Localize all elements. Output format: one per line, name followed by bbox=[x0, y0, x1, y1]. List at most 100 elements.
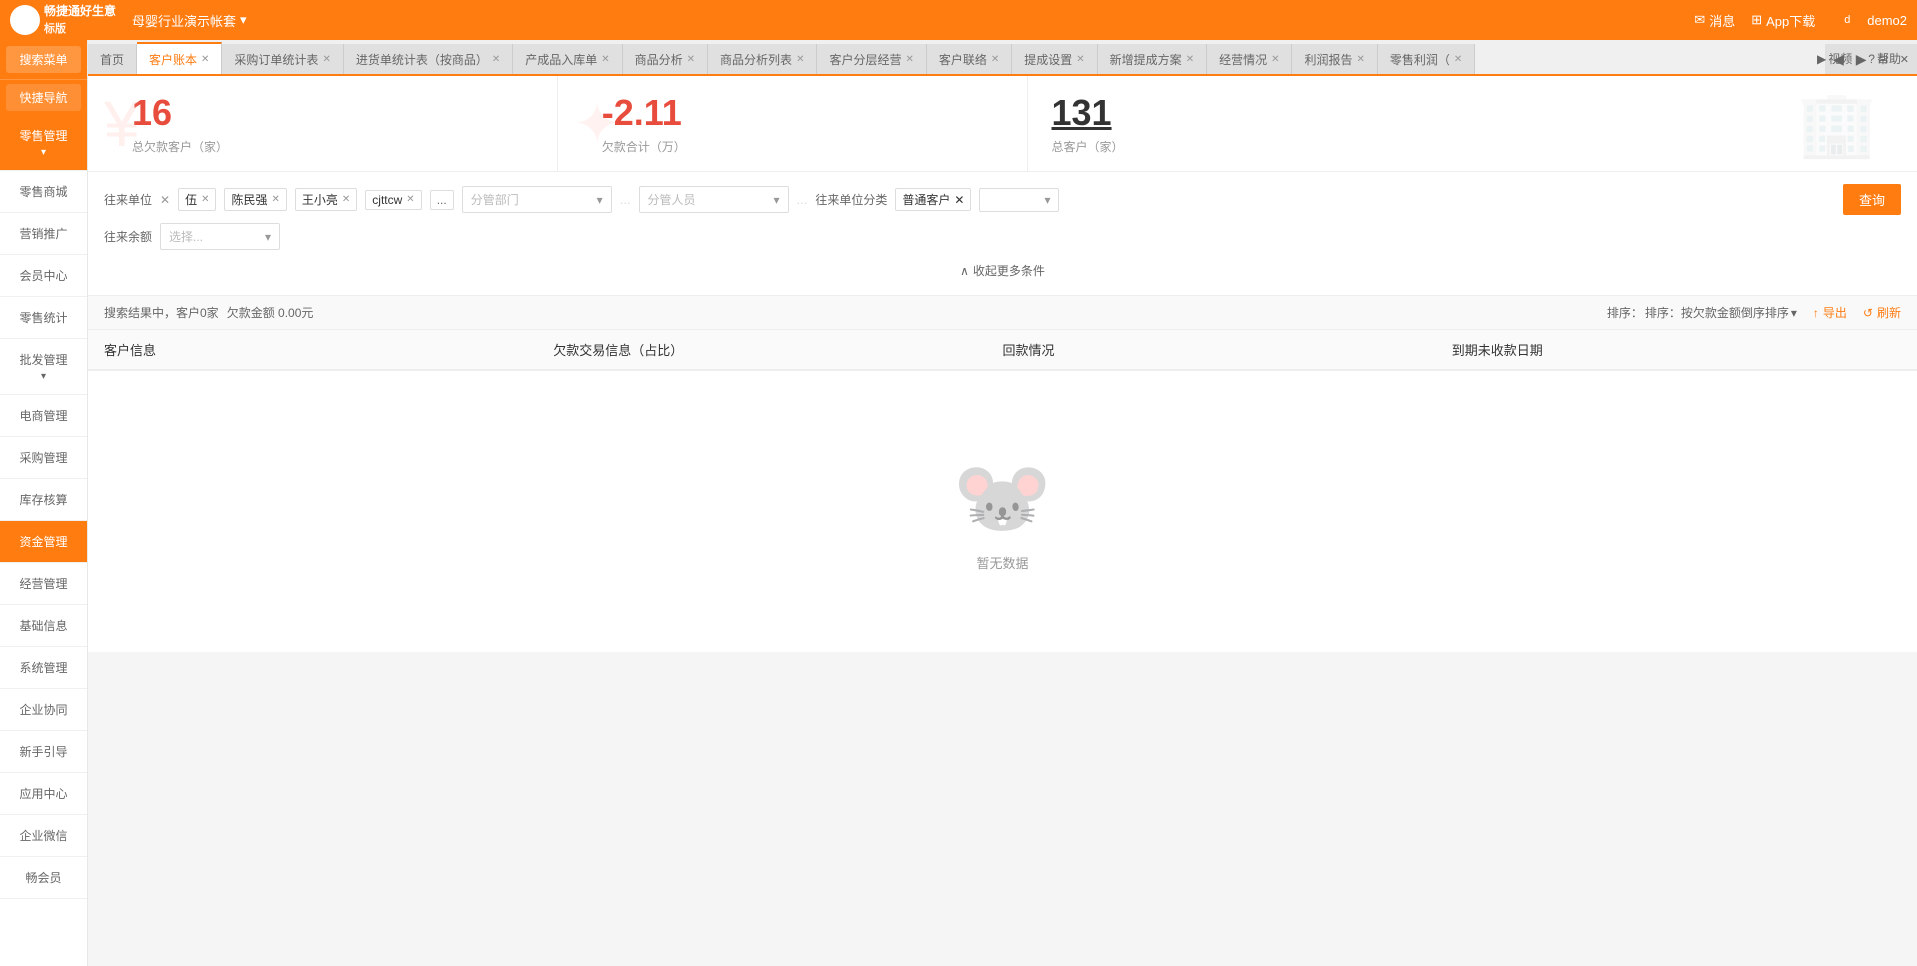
tab-close-icon[interactable]: ✕ bbox=[601, 54, 609, 65]
sidebar-item-marketing[interactable]: 营销推广 bbox=[0, 213, 87, 255]
empty-icon: 🐭 bbox=[953, 451, 1053, 545]
query-button[interactable]: 查询 bbox=[1843, 184, 1901, 215]
tab-close-icon[interactable]: ✕ bbox=[201, 54, 209, 65]
chevron-up-icon: ∧ bbox=[960, 264, 969, 278]
credit-customers-number: 16 bbox=[132, 92, 228, 134]
unit-category-tag[interactable]: 普通客户 ✕ bbox=[895, 188, 971, 211]
app-download-button[interactable]: ⊞ App下载 bbox=[1751, 11, 1815, 30]
filter-divider-2: ... bbox=[797, 192, 808, 207]
unit-tag-4-remove[interactable]: ✕ bbox=[406, 194, 414, 205]
tab-profit-report[interactable]: 利润报告 ✕ bbox=[1292, 44, 1377, 74]
tab-customer-balance[interactable]: 客户账本 ✕ bbox=[137, 42, 222, 74]
department-chevron-icon: ▾ bbox=[597, 193, 603, 207]
sidebar-item-enterprise[interactable]: 企业协同 bbox=[0, 689, 87, 731]
sidebar-item-retail-shop[interactable]: 零售商城 bbox=[0, 171, 87, 213]
sidebar-item-retail-stats[interactable]: 零售统计 bbox=[0, 297, 87, 339]
unit-tag-3-remove[interactable]: ✕ bbox=[342, 194, 350, 205]
sidebar-item-members[interactable]: 会员中心 bbox=[0, 255, 87, 297]
sidebar-item-ecommerce[interactable]: 电商管理 bbox=[0, 395, 87, 437]
result-bar: 搜索结果中，客户0家 欠款金额 0.00元 排序： 排序：按欠款金额倒序排序 ▾… bbox=[88, 296, 1917, 330]
tab-close-icon[interactable]: ✕ bbox=[492, 54, 500, 65]
account-dropdown[interactable]: 母婴行业演示帐套 ▾ bbox=[124, 11, 255, 30]
table-header-customer-info: 客户信息 bbox=[104, 340, 553, 359]
top-bar-right: ✉ 消息 ⊞ App下载 d demo2 bbox=[1694, 4, 1907, 36]
tab-customer-contact[interactable]: 客户联络 ✕ bbox=[927, 44, 1012, 74]
unit-category-remove[interactable]: ✕ bbox=[954, 193, 964, 207]
tab-retail-profit[interactable]: 零售利润（ ✕ bbox=[1378, 44, 1475, 74]
search-menu-button[interactable]: 搜索菜单 bbox=[6, 46, 81, 73]
unit-tag-1[interactable]: 伍 ✕ bbox=[178, 188, 216, 211]
collapse-button[interactable]: ∧ 收起更多条件 bbox=[104, 258, 1901, 283]
empty-text: 暂无数据 bbox=[976, 553, 1028, 572]
arrow-icon: ▾ bbox=[41, 371, 46, 382]
arrow-icon: ▾ bbox=[41, 147, 46, 158]
sidebar-item-retail-mgmt[interactable]: 零售管理 ▾ bbox=[0, 115, 87, 171]
tab-close-icon[interactable]: ✕ bbox=[322, 54, 330, 65]
department-select[interactable]: 分管部门 ▾ bbox=[462, 186, 612, 213]
search-result-text: 搜索结果中，客户0家 bbox=[104, 304, 219, 321]
result-bar-left: 搜索结果中，客户0家 欠款金额 0.00元 bbox=[104, 304, 313, 321]
balance-select[interactable]: 选择... ▾ bbox=[160, 223, 280, 250]
export-button[interactable]: ↑ 导出 bbox=[1813, 304, 1847, 321]
message-icon: ✉ bbox=[1694, 12, 1705, 28]
unit-more-button[interactable]: ... bbox=[430, 190, 454, 210]
unit-category-select[interactable]: ▾ bbox=[979, 188, 1059, 212]
quick-nav-button[interactable]: 快捷导航 bbox=[6, 84, 81, 111]
tab-close-icon[interactable]: ✕ bbox=[905, 54, 913, 65]
sidebar: 搜索菜单 快捷导航 零售管理 ▾ 零售商城 营销推广 会员中心 零售统计 批 bbox=[0, 40, 88, 966]
unit-tag-2-remove[interactable]: ✕ bbox=[272, 194, 280, 205]
tab-customer-segment[interactable]: 客户分层经营 ✕ bbox=[817, 44, 926, 74]
tab-close-icon[interactable]: ✕ bbox=[1454, 54, 1462, 65]
unit-category-chevron-icon: ▾ bbox=[1044, 193, 1050, 207]
tab-operation-status[interactable]: 经营情况 ✕ bbox=[1207, 44, 1292, 74]
tab-new-achievement[interactable]: 新增提成方案 ✕ bbox=[1098, 44, 1207, 74]
stats-row: ▶ 视频 ? 帮助 ¥ 16 bbox=[88, 76, 1917, 172]
sidebar-item-purchase[interactable]: 采购管理 bbox=[0, 437, 87, 479]
tab-close-icon[interactable]: ✕ bbox=[1357, 54, 1365, 65]
tab-submit-settings[interactable]: 提成设置 ✕ bbox=[1012, 44, 1097, 74]
tab-instock-stats[interactable]: 进货单统计表（按商品） ✕ bbox=[344, 44, 513, 74]
tab-close-icon[interactable]: ✕ bbox=[1076, 54, 1084, 65]
stat-total-customers: 🏢 131 总客户（家） bbox=[1028, 76, 1917, 171]
tab-close-icon[interactable]: ✕ bbox=[1186, 54, 1194, 65]
tab-product-analysis-list[interactable]: 商品分析列表 ✕ bbox=[708, 44, 817, 74]
tab-close-icon[interactable]: ✕ bbox=[687, 54, 695, 65]
refresh-icon: ↺ bbox=[1863, 306, 1873, 320]
unit-filter-remove[interactable]: ✕ bbox=[160, 193, 170, 207]
sidebar-item-wechat[interactable]: 企业微信 bbox=[0, 815, 87, 857]
manager-chevron-icon: ▾ bbox=[774, 193, 780, 207]
credit-amount-bg-icon: ✦ bbox=[574, 92, 621, 155]
unit-tag-4[interactable]: cjttcw ✕ bbox=[365, 190, 421, 210]
sidebar-item-capital-mgmt[interactable]: 资金管理 bbox=[0, 521, 87, 563]
tab-product-instock[interactable]: 产成品入库单 ✕ bbox=[513, 44, 622, 74]
sidebar-item-operations[interactable]: 经营管理 bbox=[0, 563, 87, 605]
tab-close-icon[interactable]: ✕ bbox=[1271, 54, 1279, 65]
sidebar-item-batch-mgmt[interactable]: 批发管理 ▾ bbox=[0, 339, 87, 395]
tab-bar: 首页 客户账本 ✕ 采购订单统计表 ✕ 进货单统计表（按商品） ✕ 产成品入库单… bbox=[88, 40, 1917, 76]
sidebar-item-inventory[interactable]: 库存核算 bbox=[0, 479, 87, 521]
sidebar-item-system[interactable]: 系统管理 bbox=[0, 647, 87, 689]
sort-select[interactable]: 排序： 排序：按欠款金额倒序排序 ▾ bbox=[1607, 304, 1797, 321]
tab-close-icon[interactable]: ✕ bbox=[796, 54, 804, 65]
tab-purchase-order[interactable]: 采购订单统计表 ✕ bbox=[222, 44, 343, 74]
total-customers-number: 131 bbox=[1052, 92, 1124, 134]
refresh-button[interactable]: ↺ 刷新 bbox=[1863, 304, 1901, 321]
user-avatar-button[interactable]: d demo2 bbox=[1831, 4, 1907, 36]
table-header-payment-status: 回款情况 bbox=[1003, 340, 1452, 359]
unit-tag-2[interactable]: 陈民强 ✕ bbox=[224, 188, 286, 211]
message-button[interactable]: ✉ 消息 bbox=[1694, 11, 1735, 30]
logo-icon: ¥ bbox=[10, 5, 40, 35]
app-icon: ⊞ bbox=[1751, 12, 1762, 28]
content-area: 首页 客户账本 ✕ 采购订单统计表 ✕ 进货单统计表（按商品） ✕ 产成品入库单… bbox=[88, 40, 1917, 966]
sidebar-item-basic-info[interactable]: 基础信息 bbox=[0, 605, 87, 647]
page-content: ▶ 视频 ? 帮助 ¥ 16 bbox=[88, 76, 1917, 966]
tab-home[interactable]: 首页 bbox=[88, 44, 137, 74]
sidebar-item-new-guide[interactable]: 新手引导 bbox=[0, 731, 87, 773]
sidebar-item-vip-member[interactable]: 畅会员 bbox=[0, 857, 87, 899]
tab-close-icon[interactable]: ✕ bbox=[991, 54, 999, 65]
unit-tag-3[interactable]: 王小亮 ✕ bbox=[295, 188, 357, 211]
unit-tag-1-remove[interactable]: ✕ bbox=[201, 194, 209, 205]
tab-product-analysis[interactable]: 商品分析 ✕ bbox=[623, 44, 708, 74]
manager-select[interactable]: 分管人员 ▾ bbox=[639, 186, 789, 213]
sidebar-item-app-center[interactable]: 应用中心 bbox=[0, 773, 87, 815]
